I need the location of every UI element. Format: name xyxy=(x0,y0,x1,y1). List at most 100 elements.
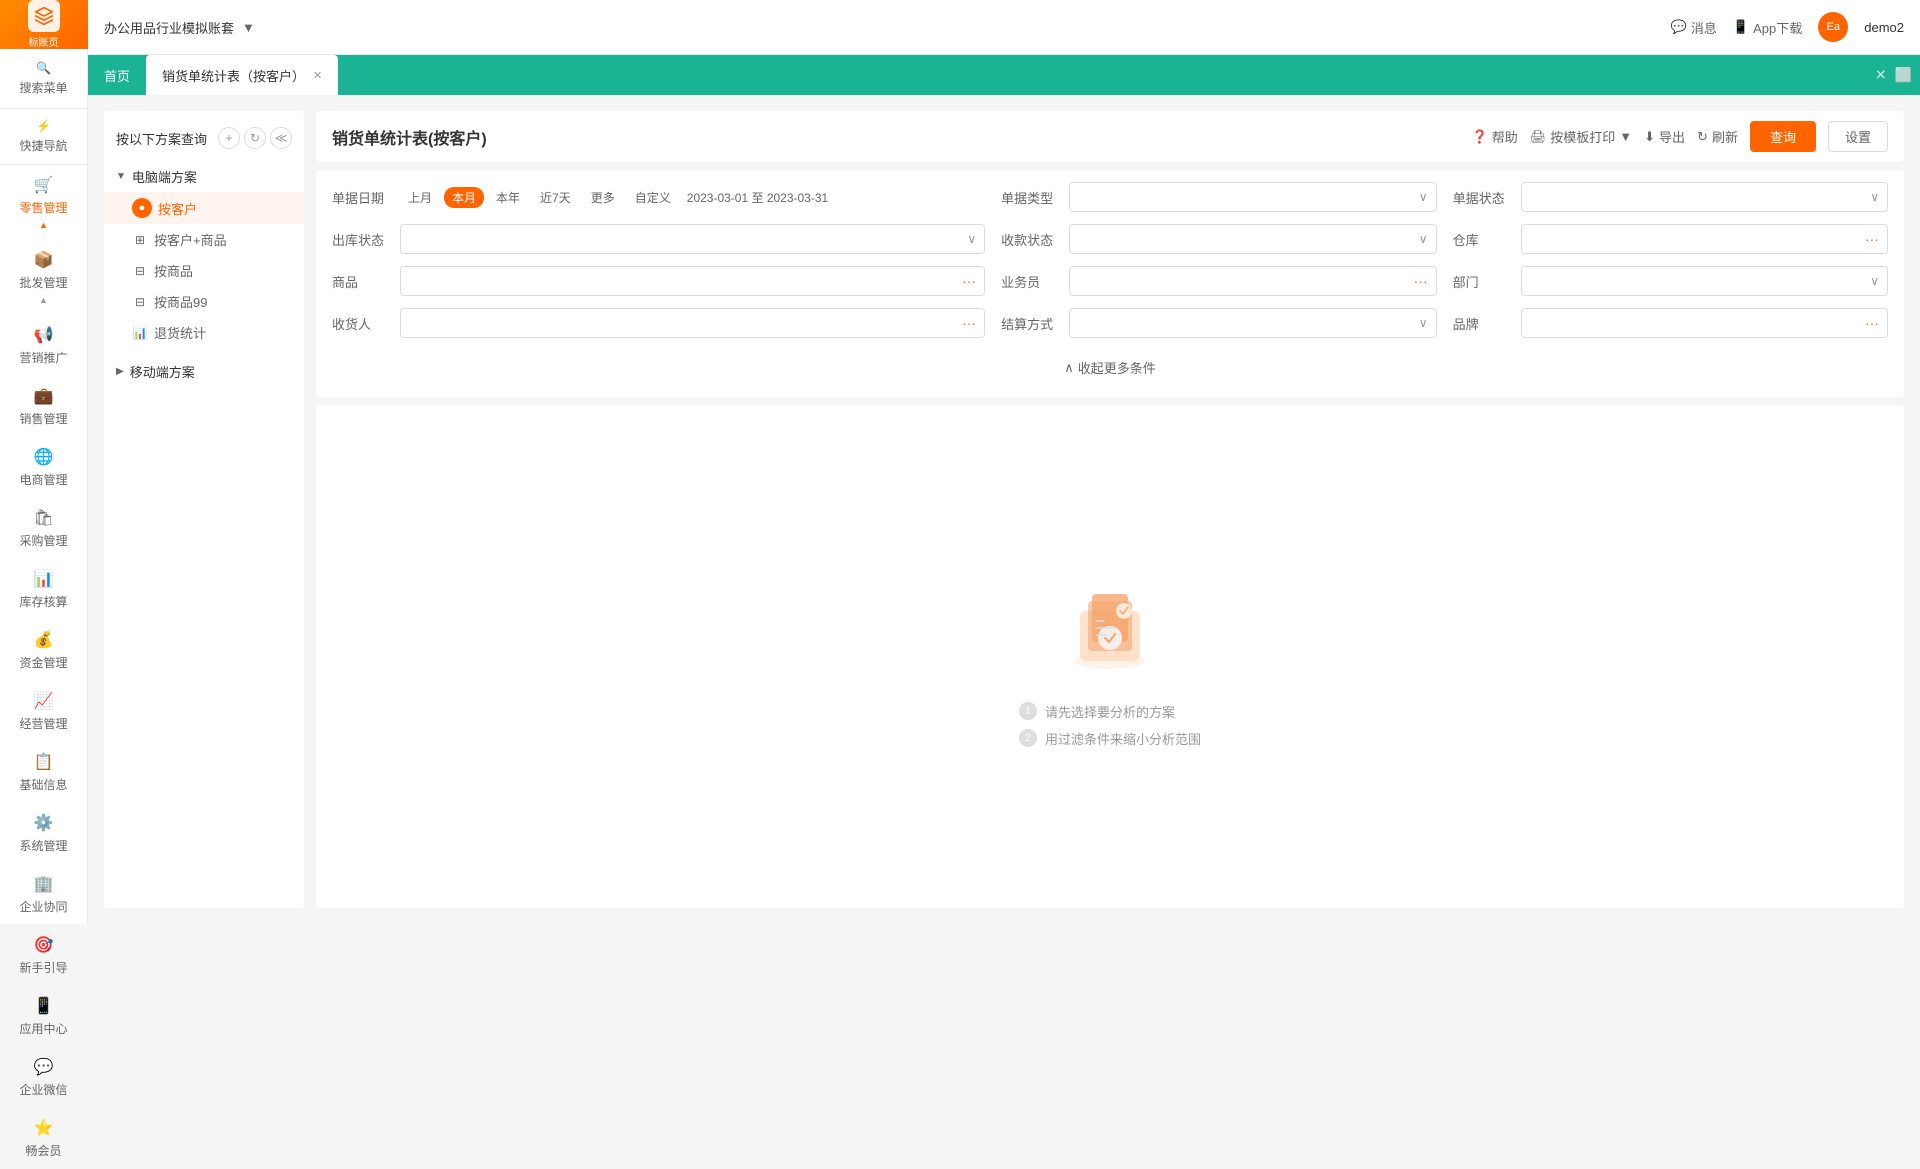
scheme-item-icon: ⊟ xyxy=(132,263,148,279)
date-tabs: 上月 本月 本年 近7天 更多 自定义 xyxy=(400,187,679,208)
close-window-icon[interactable]: ✕ xyxy=(1875,67,1887,84)
sidebar-item-retail[interactable]: 🛒 零售管理 ▲ xyxy=(0,165,88,240)
tip-text-2: 用过滤条件来缩小分析范围 xyxy=(1045,729,1201,748)
desktop-scheme-title[interactable]: ▼ 电脑端方案 xyxy=(104,161,304,192)
filter-goods: 商品 ··· xyxy=(332,266,1001,296)
date-range-value: 2023-03-01 至 2023-03-31 xyxy=(687,189,828,206)
goods-dots-icon[interactable]: ··· xyxy=(962,273,976,289)
sidebar-item-newbie[interactable]: 🎯 新手引导 xyxy=(0,925,88,986)
date-tab-custom[interactable]: 自定义 xyxy=(627,187,679,208)
sidebar-item-ecommerce[interactable]: 🌐 电商管理 xyxy=(0,437,88,498)
query-button[interactable]: 查询 xyxy=(1750,121,1816,152)
sidebar-item-wholesale[interactable]: 📦 批发管理 ▲ xyxy=(0,240,88,315)
date-tab-7days[interactable]: 近7天 xyxy=(532,187,579,208)
collapse-bar[interactable]: ∧ 收起更多条件 xyxy=(332,350,1888,385)
sidebar-search[interactable]: 🔍 搜索菜单 xyxy=(0,49,88,109)
filter-status: 单据状态 ∨ xyxy=(1453,182,1888,212)
empty-tip-2: 2 用过滤条件来缩小分析范围 xyxy=(1019,729,1201,748)
refresh-scheme-btn[interactable]: ↻ xyxy=(244,127,266,149)
member-icon: ⭐ xyxy=(34,1118,54,1138)
scheme-item-by-goods-99[interactable]: ⊟ 按商品99 xyxy=(104,286,304,317)
add-scheme-btn[interactable]: + xyxy=(218,127,240,149)
scheme-item-by-goods[interactable]: ⊟ 按商品 xyxy=(104,255,304,286)
export-btn[interactable]: ⬇ 导出 xyxy=(1644,127,1685,146)
out-status-input[interactable]: ∨ xyxy=(400,224,985,254)
type-input[interactable]: ∨ xyxy=(1069,182,1436,212)
sidebar-item-system[interactable]: ⚙️ 系统管理 xyxy=(0,803,88,864)
brand-input[interactable]: ··· xyxy=(1521,308,1888,338)
scheme-item-return-stats[interactable]: 📊 退货统计 xyxy=(104,317,304,348)
status-label: 单据状态 xyxy=(1453,188,1513,207)
refresh-btn[interactable]: ↻ 刷新 xyxy=(1697,127,1738,146)
dept-input[interactable]: ∨ xyxy=(1521,266,1888,296)
logo-text: 标账页 xyxy=(29,34,59,49)
settings-button[interactable]: 设置 xyxy=(1828,121,1888,152)
sidebar-item-finance[interactable]: 💰 资金管理 xyxy=(0,620,88,681)
app-download-label: App下载 xyxy=(1753,18,1802,37)
logo-icon xyxy=(28,0,60,32)
app-download-btn[interactable]: 📱 App下载 xyxy=(1733,18,1802,37)
sidebar-item-purchase[interactable]: 🛍 采购管理 xyxy=(0,498,88,559)
status-input[interactable]: ∨ xyxy=(1521,182,1888,212)
collect-status-input[interactable]: ∨ xyxy=(1069,224,1436,254)
sidebar-item-wechat[interactable]: 💬 企业微信 xyxy=(0,1047,88,1108)
tab-home-label: 首页 xyxy=(104,66,130,85)
wholesale-label: 批发管理 xyxy=(19,274,67,291)
header-dropdown-icon[interactable]: ▼ xyxy=(242,20,255,35)
goods-input[interactable]: ··· xyxy=(400,266,985,296)
sidebar-item-sales[interactable]: 💼 销售管理 xyxy=(0,376,88,437)
receiver-label: 收货人 xyxy=(332,314,392,333)
tab-bar: 首页 销货单统计表（按客户） ✕ ✕ ⬜ xyxy=(88,55,1920,95)
app-logo[interactable]: 标账页 xyxy=(0,0,88,49)
sidebar-item-member[interactable]: ⭐ 畅会员 xyxy=(0,1108,88,1169)
maximize-window-icon[interactable]: ⬜ xyxy=(1895,67,1912,84)
out-status-label: 出库状态 xyxy=(332,230,392,249)
salesperson-input[interactable]: ··· xyxy=(1069,266,1436,296)
scheme-item-by-customer-goods[interactable]: ⊞ 按客户+商品 xyxy=(104,224,304,255)
help-btn[interactable]: ❓ 帮助 xyxy=(1472,127,1518,146)
salesperson-dots-icon[interactable]: ··· xyxy=(1414,273,1428,289)
enterprise-icon: 🏢 xyxy=(34,874,54,894)
right-content: 销货单统计表(按客户) ❓ 帮助 🖨 按模板打印 ▼ ⬇ 导出 xyxy=(316,111,1904,908)
sidebar-quick-nav[interactable]: ⚡ 快捷导航 xyxy=(0,109,88,165)
filter-section: 单据日期 上月 本月 本年 近7天 更多 自定义 2023-03-01 至 20… xyxy=(316,170,1904,397)
warehouse-input[interactable]: ··· xyxy=(1521,224,1888,254)
warehouse-dots-icon[interactable]: ··· xyxy=(1865,231,1879,247)
avatar-text: Ea xyxy=(1827,21,1840,33)
filter-out-status: 出库状态 ∨ xyxy=(332,224,1001,254)
receiver-dots-icon[interactable]: ··· xyxy=(962,315,976,331)
finance-label: 资金管理 xyxy=(19,654,67,671)
collapse-scheme-btn[interactable]: ≪ xyxy=(270,127,292,149)
sidebar-item-marketing[interactable]: 📢 营销推广 xyxy=(0,315,88,376)
sidebar-item-enterprise[interactable]: 🏢 企业协同 xyxy=(0,864,88,925)
settle-method-input[interactable]: ∨ xyxy=(1069,308,1436,338)
brand-dots-icon[interactable]: ··· xyxy=(1865,315,1879,331)
sidebar-item-basic[interactable]: 📋 基础信息 xyxy=(0,742,88,803)
sidebar-item-appcenter[interactable]: 📱 应用中心 xyxy=(0,986,88,1047)
ecommerce-icon: 🌐 xyxy=(34,447,54,467)
wechat-icon: 💬 xyxy=(34,1057,54,1077)
message-label: 消息 xyxy=(1691,18,1717,37)
collect-status-label: 收款状态 xyxy=(1001,230,1061,249)
print-btn[interactable]: 🖨 按模板打印 ▼ xyxy=(1530,127,1632,146)
group-arrow-icon: ▼ xyxy=(116,171,126,182)
newbie-label: 新手引导 xyxy=(19,959,67,976)
sidebar-item-operations[interactable]: 📈 经营管理 xyxy=(0,681,88,742)
tab-home[interactable]: 首页 xyxy=(88,55,146,95)
user-avatar[interactable]: Ea xyxy=(1818,12,1848,42)
date-tab-last-month[interactable]: 上月 xyxy=(400,187,440,208)
message-btn[interactable]: 💬 消息 xyxy=(1671,18,1717,37)
date-tab-more[interactable]: 更多 xyxy=(583,187,623,208)
tab-sales-stats[interactable]: 销货单统计表（按客户） ✕ xyxy=(146,55,338,95)
sidebar-item-inventory[interactable]: 📊 库存核算 xyxy=(0,559,88,620)
tab-close-icon[interactable]: ✕ xyxy=(313,69,322,82)
receiver-input[interactable]: ··· xyxy=(400,308,985,338)
marketing-label: 营销推广 xyxy=(19,349,67,366)
mobile-scheme-title[interactable]: ▶ 移动端方案 xyxy=(104,356,304,387)
date-tab-this-year[interactable]: 本年 xyxy=(488,187,528,208)
scheme-item-label: 按客户 xyxy=(158,199,197,218)
date-tab-this-month[interactable]: 本月 xyxy=(444,187,484,208)
scheme-item-by-customer[interactable]: ● 按客户 xyxy=(104,192,304,224)
filter-warehouse: 仓库 ··· xyxy=(1453,224,1888,254)
enterprise-label: 企业协同 xyxy=(19,898,67,915)
